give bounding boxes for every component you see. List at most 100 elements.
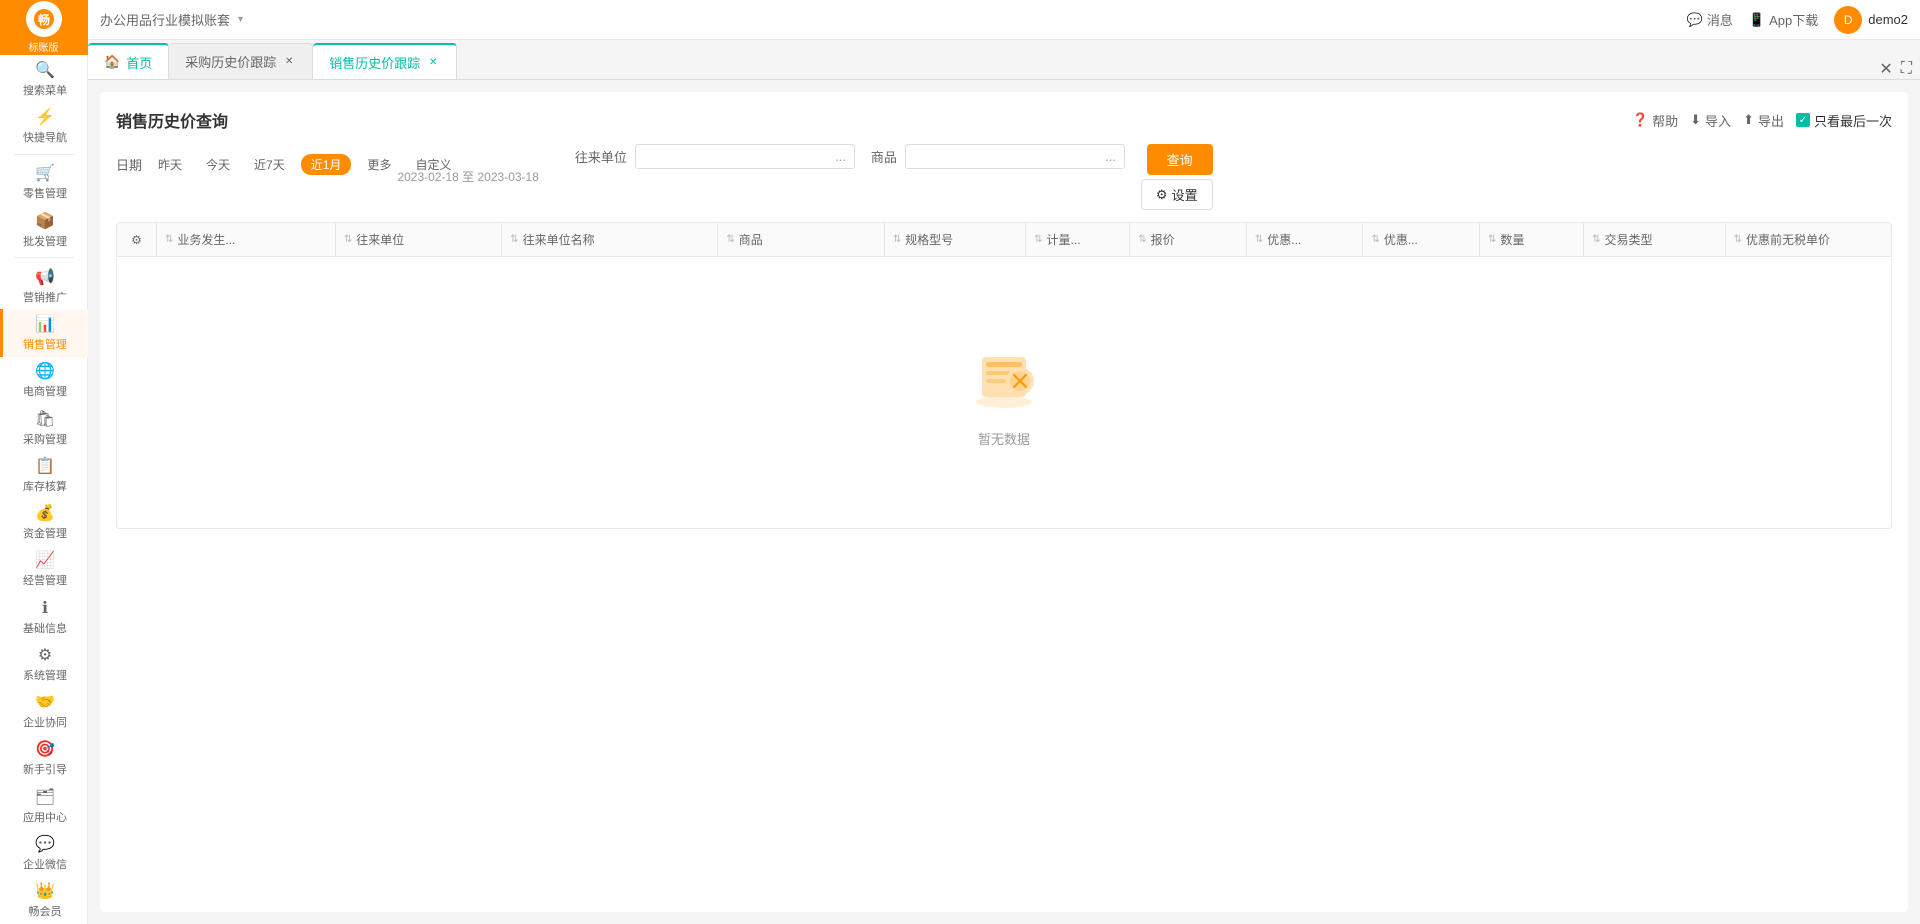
main-area: 办公用品行业模拟账套 ▾ 💬 消息 📱 App下载 D demo2 🏠 首页 采… — [88, 0, 1920, 924]
enterprise-wechat-icon: 💬 — [35, 834, 55, 854]
th-discount1[interactable]: ⇅ 优惠... — [1247, 223, 1364, 256]
home-icon: 🏠 — [104, 54, 120, 70]
th-spec[interactable]: ⇅ 规格型号 — [885, 223, 1026, 256]
header-left: 办公用品行业模拟账套 ▾ — [100, 10, 243, 29]
maximize-button[interactable]: ⛶ — [1901, 60, 1912, 78]
sidebar-item-label: 库存核算 — [23, 478, 67, 494]
sidebar-item-label: 畅会员 — [29, 903, 62, 919]
th-unit[interactable]: ⇅ 计量... — [1026, 223, 1130, 256]
sort-icon: ⇅ — [1592, 234, 1600, 245]
tab-home[interactable]: 🏠 首页 — [88, 43, 169, 79]
sales-mgmt-icon: 📊 — [35, 314, 55, 334]
close-sales-history-tab[interactable]: ✕ — [426, 55, 440, 69]
th-qty[interactable]: ⇅ 数量 — [1480, 223, 1584, 256]
date-btn-7days[interactable]: 近7天 — [246, 154, 293, 175]
export-button[interactable]: ⬆ 导出 — [1743, 111, 1784, 130]
sidebar-item-sales-mgmt[interactable]: 📊 销售管理 — [0, 309, 88, 356]
settings-button[interactable]: ⚙ 设置 — [1141, 179, 1213, 210]
marketing-icon: 📢 — [35, 267, 55, 287]
message-label: 消息 — [1707, 10, 1733, 29]
operations-mgmt-icon: 📈 — [35, 550, 55, 570]
sidebar: 畅 标账版 🔍 搜索菜单 ⚡ 快捷导航 🛒 零售管理 📦 批发管理 📢 营销推广… — [0, 0, 88, 924]
sidebar-item-label: 快捷导航 — [23, 129, 67, 145]
product-search-input[interactable] — [914, 149, 1105, 164]
sidebar-item-marketing[interactable]: 📢 营销推广 — [0, 262, 88, 309]
user-profile[interactable]: D demo2 — [1834, 6, 1908, 34]
sidebar-item-label: 系统管理 — [23, 667, 67, 683]
sidebar-item-enterprise-wechat[interactable]: 💬 企业微信 — [0, 829, 88, 876]
app-download-button[interactable]: 📱 App下载 — [1749, 10, 1818, 29]
date-btn-1month[interactable]: 近1月 — [301, 154, 352, 175]
sidebar-item-finance-mgmt[interactable]: 💰 资金管理 — [0, 499, 88, 546]
close-purchase-history-tab[interactable]: ✕ — [282, 55, 296, 69]
app-download-label: App下载 — [1769, 10, 1818, 29]
inventory-icon: 📋 — [35, 456, 55, 476]
empty-icon — [964, 337, 1044, 417]
product-dots: ... — [1105, 149, 1116, 164]
sort-icon: ⇅ — [1371, 234, 1379, 245]
sidebar-item-retail-mgmt[interactable]: 🛒 零售管理 — [0, 159, 88, 206]
sort-icon: ⇅ — [344, 234, 352, 245]
tab-sales-history[interactable]: 销售历史价跟踪 ✕ — [313, 43, 457, 79]
date-range: 2023-02-18 至 2023-03-18 — [397, 168, 538, 185]
only-last-checkbox-label[interactable]: 只看最后一次 — [1796, 111, 1892, 130]
date-btn-today[interactable]: 今天 — [198, 154, 238, 175]
app-download-icon: 📱 — [1749, 12, 1765, 28]
sidebar-item-inventory[interactable]: 📋 库存核算 — [0, 451, 88, 498]
page-title-actions: ❓ 帮助 ⬇ 导入 ⬆ 导出 只看最后一次 — [1632, 111, 1892, 130]
message-icon: 💬 — [1687, 12, 1703, 28]
query-button[interactable]: 查询 — [1147, 144, 1213, 175]
sidebar-item-wholesale-mgmt[interactable]: 📦 批发管理 — [0, 206, 88, 253]
th-price[interactable]: ⇅ 报价 — [1130, 223, 1247, 256]
empty-text: 暂无数据 — [978, 429, 1030, 448]
sort-icon: ⇅ — [1138, 234, 1146, 245]
message-button[interactable]: 💬 消息 — [1687, 10, 1733, 29]
sort-icon: ⇅ — [1034, 234, 1042, 245]
export-icon: ⬆ — [1743, 112, 1754, 128]
search-menu-icon: 🔍 — [35, 60, 55, 80]
app-center-icon: 🗂 — [35, 787, 55, 807]
partner-input[interactable]: ... — [635, 144, 855, 169]
partner-search-input[interactable] — [644, 149, 835, 164]
sidebar-divider — [14, 154, 74, 155]
sort-icon: ⇅ — [1255, 234, 1263, 245]
settings-icon: ⚙ — [1156, 187, 1168, 203]
th-product[interactable]: ⇅ 商品 — [718, 223, 884, 256]
date-btn-yesterday[interactable]: 昨天 — [150, 154, 190, 175]
th-partner-name[interactable]: ⇅ 往来单位名称 — [502, 223, 718, 256]
sidebar-item-system-mgmt[interactable]: ⚙ 系统管理 — [0, 640, 88, 687]
close-all-tabs-button[interactable]: ✕ — [1879, 59, 1892, 79]
sidebar-item-operations-mgmt[interactable]: 📈 经营管理 — [0, 546, 88, 593]
th-settings[interactable]: ⚙ — [117, 223, 157, 256]
tab-home-label: 首页 — [126, 53, 152, 72]
sidebar-item-enterprise[interactable]: 🤝 企业协同 — [0, 688, 88, 735]
sidebar-item-app-center[interactable]: 🗂 应用中心 — [0, 782, 88, 829]
sidebar-item-purchase-mgmt[interactable]: 🛍 采购管理 — [0, 404, 88, 451]
sidebar-item-new-guide[interactable]: 🎯 新手引导 — [0, 735, 88, 782]
help-button[interactable]: ❓ 帮助 — [1632, 111, 1678, 130]
sidebar-divider — [14, 257, 74, 258]
import-label: 导入 — [1705, 111, 1731, 130]
th-biz-date[interactable]: ⇅ 业务发生... — [157, 223, 336, 256]
sidebar-item-quick-nav[interactable]: ⚡ 快捷导航 — [0, 102, 88, 149]
only-last-checkbox[interactable] — [1796, 113, 1810, 127]
only-last-label: 只看最后一次 — [1814, 111, 1892, 130]
wholesale-mgmt-icon: 📦 — [35, 211, 55, 231]
th-discount2[interactable]: ⇅ 优惠... — [1363, 223, 1480, 256]
sidebar-item-search-menu[interactable]: 🔍 搜索菜单 — [0, 55, 88, 102]
product-filter: 商品 ... — [871, 144, 1125, 169]
sidebar-item-member[interactable]: 👑 畅会员 — [0, 877, 88, 924]
th-trade-type[interactable]: ⇅ 交易类型 — [1584, 223, 1725, 256]
import-button[interactable]: ⬇ 导入 — [1690, 111, 1731, 130]
product-input[interactable]: ... — [905, 144, 1125, 169]
sidebar-item-basic-info[interactable]: ℹ 基础信息 — [0, 593, 88, 640]
tab-purchase-history[interactable]: 采购历史价跟踪 ✕ — [169, 43, 313, 79]
filter-section: 日期 昨天 今天 近7天 近1月 更多 自定义 2023-02-18 至 202… — [116, 144, 1892, 210]
purchase-mgmt-icon: 🛍 — [35, 409, 55, 429]
empty-state: 暂无数据 — [117, 257, 1891, 528]
sidebar-item-ecommerce-mgmt[interactable]: 🌐 电商管理 — [0, 357, 88, 404]
th-pretax-price[interactable]: ⇅ 优惠前无税单价 — [1726, 223, 1891, 256]
date-btn-more[interactable]: 更多 — [359, 154, 399, 175]
th-partner-code[interactable]: ⇅ 往来单位 — [336, 223, 502, 256]
header-dropdown-icon[interactable]: ▾ — [238, 14, 243, 25]
